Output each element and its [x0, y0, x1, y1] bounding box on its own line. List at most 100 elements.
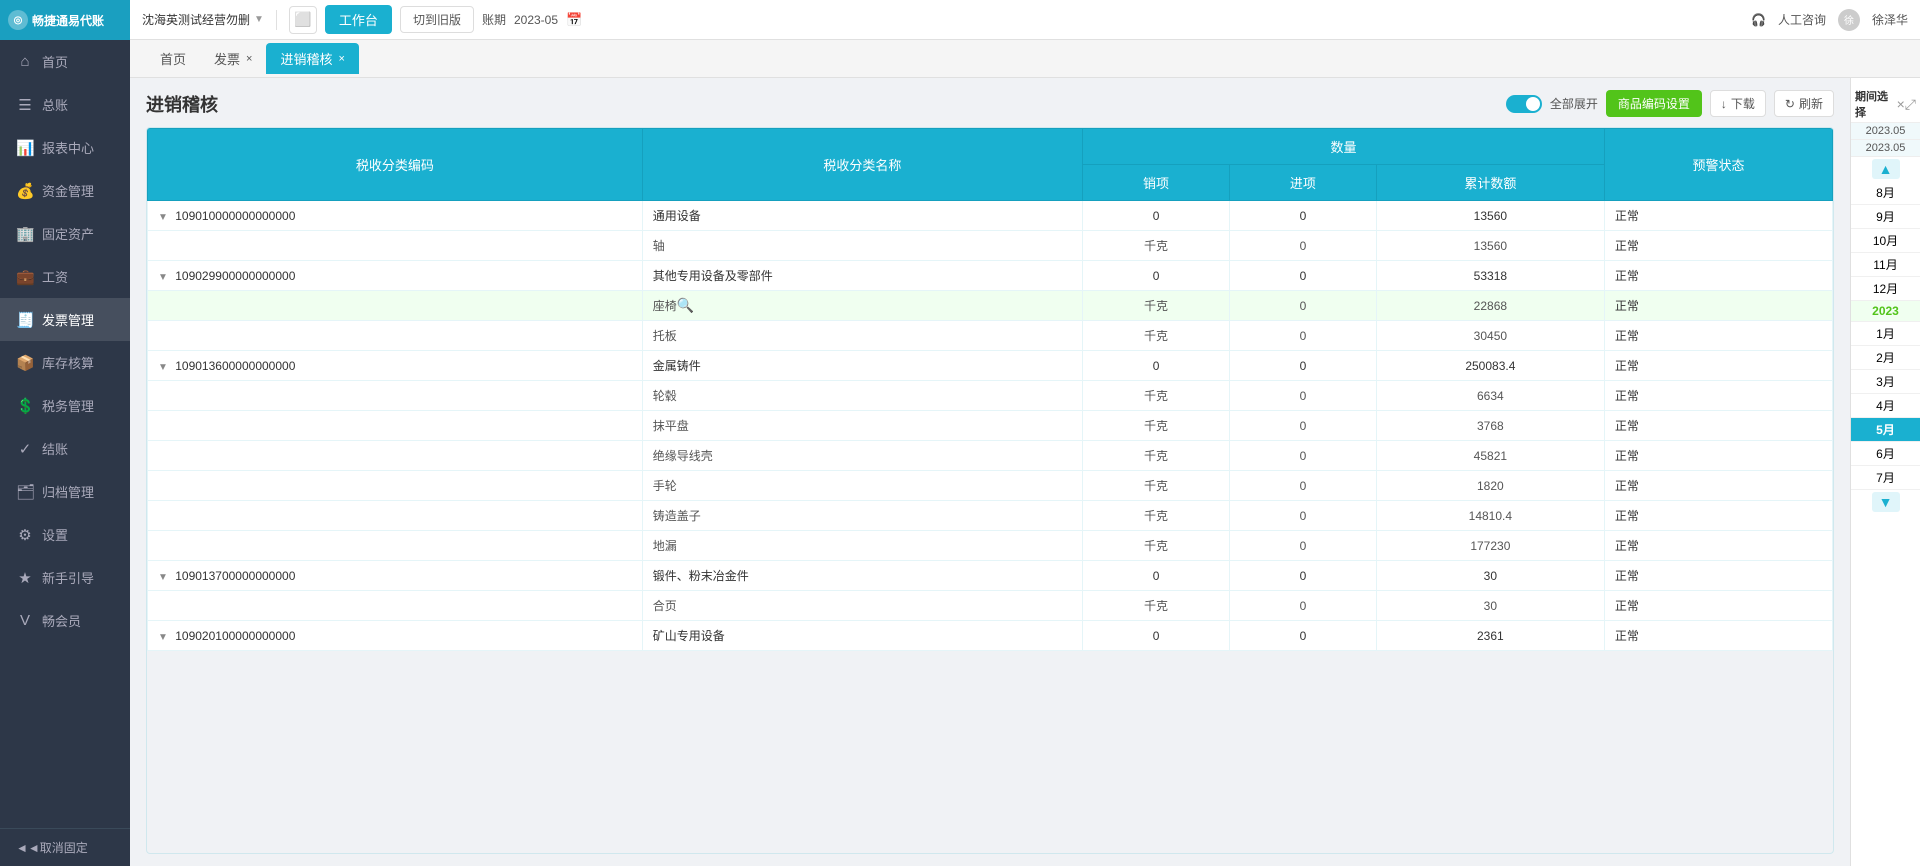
sidebar-item-finance[interactable]: 💰 资金管理 [0, 169, 130, 212]
panel-nav-down-button[interactable]: ▼ [1872, 492, 1900, 512]
td-code: ▼ 109013700000000000 [148, 561, 643, 591]
workbench-button[interactable]: 工作台 [325, 5, 392, 34]
period-month-item[interactable]: 5月 [1851, 418, 1920, 442]
period-month-item[interactable]: 7月 [1851, 466, 1920, 490]
period-month-item[interactable]: 8月 [1851, 181, 1920, 205]
sidebar-item-reports[interactable]: 📊 报表中心 [0, 126, 130, 169]
search-icon[interactable]: 🔍 [677, 297, 694, 313]
table-row: 托板 千克 0 30450 正常 [148, 321, 1833, 351]
sidebar-item-member[interactable]: V 畅会员 [0, 599, 130, 642]
unpin-button[interactable]: ◄◄取消固定 [0, 828, 130, 866]
company-name: 沈海英测试经营勿删 [142, 11, 250, 28]
support-label[interactable]: 人工咨询 [1778, 11, 1826, 28]
td-code [148, 501, 643, 531]
td-name: 合页 [642, 591, 1082, 621]
table-wrapper: 税收分类编码 税收分类名称 数量 预警状态 销项 进项 累计数额 [146, 127, 1834, 854]
td-sales: 0 [1229, 501, 1376, 531]
period-label: 账期 [482, 11, 506, 28]
sidebar-item-assets[interactable]: 🏢 固定资产 [0, 212, 130, 255]
period-month-item[interactable]: 1月 [1851, 322, 1920, 346]
td-sales: 0 [1229, 381, 1376, 411]
td-total: 53318 [1376, 261, 1604, 291]
period-month-item[interactable]: 2月 [1851, 346, 1920, 370]
sidebar-item-ledger[interactable]: ☰ 总账 [0, 83, 130, 126]
expand-icon[interactable]: ▼ [158, 572, 168, 583]
company-selector[interactable]: 沈海英测试经营勿删 ▼ [142, 11, 264, 28]
td-code [148, 321, 643, 351]
expand-icon[interactable]: ▼ [158, 272, 168, 283]
sidebar-item-inventory[interactable]: 📦 库存核算 [0, 341, 130, 384]
tab-check-label: 进销稽核 [280, 49, 332, 68]
member-icon: V [16, 612, 34, 629]
main-area: 沈海英测试经营勿删 ▼ ⬜ 工作台 切到旧版 账期 2023-05 📅 🎧 人工… [130, 0, 1920, 866]
td-sales: 0 [1229, 441, 1376, 471]
period-month-item[interactable]: 11月 [1851, 253, 1920, 277]
td-status: 正常 [1604, 591, 1832, 621]
period-month-item[interactable]: 12月 [1851, 277, 1920, 301]
tab-invoice[interactable]: 发票 × [200, 43, 266, 74]
td-status: 正常 [1604, 231, 1832, 261]
sidebar-item-label: 固定资产 [42, 224, 94, 243]
period-range-2: 2023.05 [1851, 140, 1920, 157]
expand-icon[interactable]: ▼ [158, 632, 168, 643]
save-icon-button[interactable]: ⬜ [289, 6, 317, 34]
table-row: 铸造盖子 千克 0 14810.4 正常 [148, 501, 1833, 531]
tab-invoice-close[interactable]: × [246, 53, 252, 65]
td-sales: 0 [1083, 351, 1230, 381]
table-row: 地漏 千克 0 177230 正常 [148, 531, 1833, 561]
sidebar-item-label: 畅会员 [42, 611, 81, 630]
expand-icon[interactable]: ▼ [158, 362, 168, 373]
logo-text: 畅捷通易代账 [32, 12, 104, 29]
td-code [148, 381, 643, 411]
period-month-item[interactable]: 4月 [1851, 394, 1920, 418]
td-name: 座椅🔍 [642, 291, 1082, 321]
sidebar-item-invoice[interactable]: 🧾 发票管理 [0, 298, 130, 341]
period-month-item[interactable]: 6月 [1851, 442, 1920, 466]
td-name: 通用设备 [642, 201, 1082, 231]
invoice-icon: 🧾 [16, 311, 34, 329]
td-total: 45821 [1376, 441, 1604, 471]
salary-icon: 💼 [16, 268, 34, 286]
table-row: ▼ 109020100000000000 矿山专用设备 0 0 2361 正常 [148, 621, 1833, 651]
settings-icon: ⚙ [16, 526, 34, 544]
period-month-item[interactable]: 3月 [1851, 370, 1920, 394]
expand-toggle[interactable] [1506, 95, 1542, 113]
tabbar: 首页 发票 × 进销稽核 × [130, 40, 1920, 78]
tab-check-close[interactable]: × [338, 53, 344, 65]
old-version-button[interactable]: 切到旧版 [400, 6, 474, 33]
period-month-item[interactable]: 10月 [1851, 229, 1920, 253]
sidebar-item-settings[interactable]: ⚙ 设置 [0, 513, 130, 556]
sidebar-item-salary[interactable]: 💼 工资 [0, 255, 130, 298]
expand-icon[interactable]: ▼ [158, 212, 168, 223]
sidebar-item-archive[interactable]: 🗂 归档管理 [0, 470, 130, 513]
td-status: 正常 [1604, 561, 1832, 591]
table-row: 轮毂 千克 0 6634 正常 [148, 381, 1833, 411]
panel-close-icon[interactable]: × [1897, 96, 1905, 112]
sidebar-item-checkout[interactable]: ✓ 结账 [0, 427, 130, 470]
panel-expand-icon[interactable]: ⤢ [1905, 96, 1916, 113]
expand-all-label: 全部展开 [1550, 95, 1598, 112]
table-row: 绝缘导线壳 千克 0 45821 正常 [148, 441, 1833, 471]
td-total: 3768 [1376, 411, 1604, 441]
td-sales: 0 [1229, 531, 1376, 561]
th-sales: 销项 [1083, 165, 1230, 201]
sidebar-item-guide[interactable]: ★ 新手引导 [0, 556, 130, 599]
period-month-item[interactable]: 9月 [1851, 205, 1920, 229]
content-area: 进销稽核 全部展开 商品编码设置 ↓ 下载 ↻ 刷新 [130, 78, 1850, 866]
refresh-button[interactable]: ↻ 刷新 [1774, 90, 1834, 117]
sidebar-item-home[interactable]: ⌂ 首页 [0, 40, 130, 83]
tab-check[interactable]: 进销稽核 × [266, 43, 358, 74]
topbar: 沈海英测试经营勿删 ▼ ⬜ 工作台 切到旧版 账期 2023-05 📅 🎧 人工… [130, 0, 1920, 40]
period-month-item[interactable]: 2023 [1851, 301, 1920, 322]
sidebar-item-tax[interactable]: 💲 税务管理 [0, 384, 130, 427]
code-setting-button[interactable]: 商品编码设置 [1606, 90, 1702, 117]
tab-home[interactable]: 首页 [146, 43, 200, 74]
panel-nav-up-button[interactable]: ▲ [1872, 159, 1900, 179]
td-code: ▼ 109029900000000000 [148, 261, 643, 291]
download-button[interactable]: ↓ 下载 [1710, 90, 1766, 117]
calendar-icon[interactable]: 📅 [566, 12, 582, 28]
td-status: 正常 [1604, 621, 1832, 651]
td-status: 正常 [1604, 201, 1832, 231]
refresh-icon: ↻ [1785, 97, 1795, 111]
td-name: 矿山专用设备 [642, 621, 1082, 651]
